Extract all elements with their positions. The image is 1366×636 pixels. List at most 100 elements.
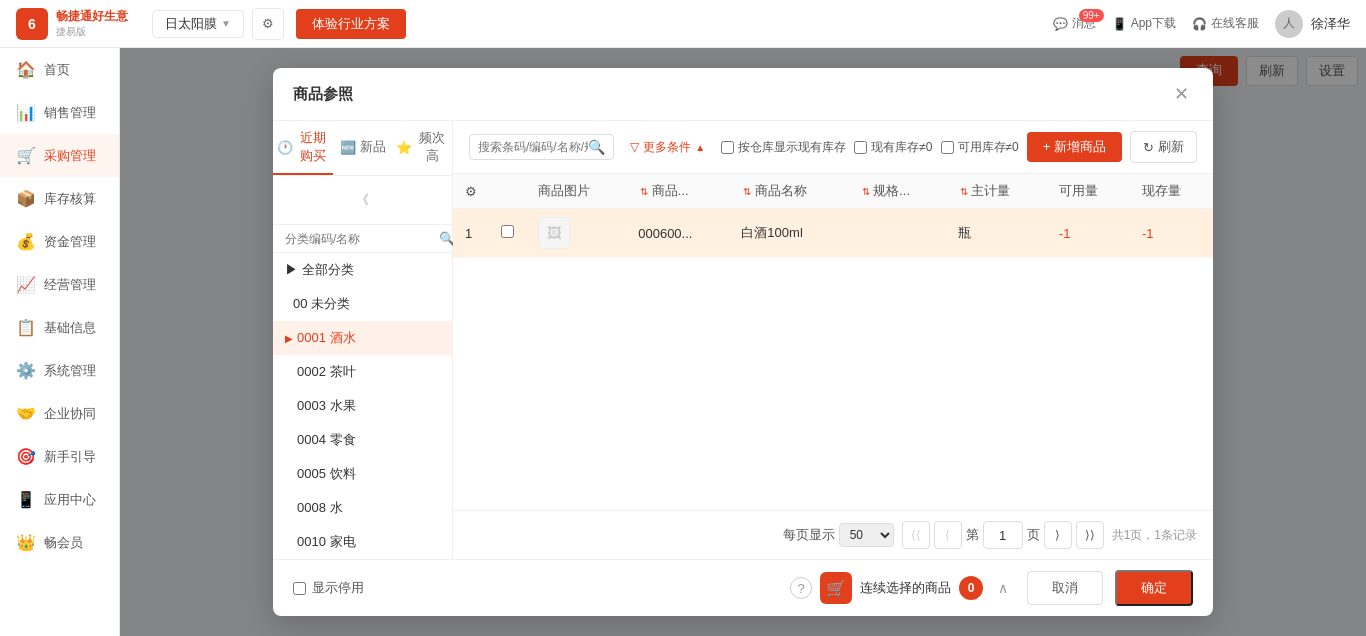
row-unit: 瓶 — [946, 209, 1047, 258]
modal-overlay: 商品参照 ✕ 🕐 近期购买 🆕 — [120, 48, 1366, 636]
table-row[interactable]: 1 🖼 — [453, 209, 1213, 258]
usable-stock-checkbox-label[interactable]: 可用库存≠0 — [941, 139, 1019, 156]
table-header-stock: 现存量 — [1130, 174, 1213, 209]
topbar-right: 💬 消息 99+ 📱 App下载 🎧 在线客服 人 徐泽华 — [1053, 10, 1350, 38]
sort-icon: ⇅ — [960, 186, 968, 197]
sidebar: 🏠 首页 📊 销售管理 🛒 采购管理 📦 库存核算 💰 资金管理 📈 经营管理 … — [0, 48, 120, 636]
available-stock-checkbox-label[interactable]: 现有库存≠0 — [854, 139, 932, 156]
logo-text: 畅捷通好生意 捷易版 — [56, 8, 128, 39]
product-table: ⚙ 商品图片 ⇅ 商品... — [453, 174, 1213, 510]
row-checkbox[interactable] — [501, 225, 514, 238]
sidebar-item-home[interactable]: 🏠 首页 — [0, 48, 119, 91]
sidebar-item-purchase[interactable]: 🛒 采购管理 — [0, 134, 119, 177]
operations-icon: 📈 — [16, 275, 36, 294]
tab-frequent[interactable]: ⭐ 频次高 — [392, 121, 452, 175]
sidebar-item-enterprise[interactable]: 🤝 企业协同 — [0, 392, 119, 435]
app-download-item[interactable]: 📱 App下载 — [1112, 15, 1176, 32]
finance-icon: 💰 — [16, 232, 36, 251]
help-icon[interactable]: ? — [790, 577, 812, 599]
dialog-body: 🕐 近期购买 🆕 新品 ⭐ 频次高 — [273, 121, 1213, 559]
filter-button[interactable]: ▽ 更多条件 ▲ — [622, 135, 713, 160]
category-item-0008[interactable]: 0008 水 — [273, 491, 452, 525]
right-panel: 🔍 ▽ 更多条件 ▲ 按仓库显示现有库存 — [453, 121, 1213, 559]
category-item-all[interactable]: ▶ 全部分类 — [273, 253, 452, 287]
online-service-item[interactable]: 🎧 在线客服 — [1192, 15, 1259, 32]
add-product-button[interactable]: + 新增商品 — [1027, 132, 1122, 162]
row-code: 000600... — [626, 209, 729, 258]
table-header-settings[interactable]: ⚙ — [453, 174, 489, 209]
row-spec — [848, 209, 946, 258]
category-item-0005[interactable]: 0005 饮料 — [273, 457, 452, 491]
product-image: 🖼 — [538, 217, 570, 249]
purchase-icon: 🛒 — [16, 146, 36, 165]
table-header-name[interactable]: ⇅ 商品名称 — [729, 174, 847, 209]
sidebar-item-system[interactable]: ⚙️ 系统管理 — [0, 349, 119, 392]
search-icon: 🔍 — [588, 139, 605, 155]
sidebar-item-finance[interactable]: 💰 资金管理 — [0, 220, 119, 263]
cancel-button[interactable]: 取消 — [1027, 571, 1103, 605]
collapse-panel-button[interactable]: 《 — [351, 188, 375, 212]
available-stock-checkbox[interactable] — [854, 141, 867, 154]
show-disabled-checkbox[interactable] — [293, 582, 306, 595]
page-prev-button[interactable]: ⟨ — [934, 521, 962, 549]
category-item-00[interactable]: 00 未分类 — [273, 287, 452, 321]
system-icon: ⚙️ — [16, 361, 36, 380]
enterprise-icon: 🤝 — [16, 404, 36, 423]
category-item-0001[interactable]: ▶ 0001 酒水 — [273, 321, 452, 355]
confirm-button[interactable]: 确定 — [1115, 570, 1193, 606]
category-tabs: 🕐 近期购买 🆕 新品 ⭐ 频次高 — [273, 121, 452, 176]
topbar: 6 畅捷通好生意 捷易版 日太阳膜 ▼ ⚙ 体验行业方案 💬 消息 99+ 📱 … — [0, 0, 1366, 48]
warehouse-checkbox-label[interactable]: 按仓库显示现有库存 — [721, 139, 846, 156]
settings-icon[interactable]: ⚙ — [252, 8, 284, 40]
sidebar-item-operations[interactable]: 📈 经营管理 — [0, 263, 119, 306]
refresh-table-button[interactable]: ↻ 刷新 — [1130, 131, 1197, 163]
sidebar-item-guide[interactable]: 🎯 新手引导 — [0, 435, 119, 478]
sidebar-item-apps[interactable]: 📱 应用中心 — [0, 478, 119, 521]
avatar: 人 — [1275, 10, 1303, 38]
row-stock: -1 — [1130, 209, 1213, 258]
category-item-0004[interactable]: 0004 零食 — [273, 423, 452, 457]
user-avatar-item[interactable]: 人 徐泽华 — [1275, 10, 1350, 38]
logo-icon: 6 — [16, 8, 48, 40]
table-header-code[interactable]: ⇅ 商品... — [626, 174, 729, 209]
sidebar-item-member[interactable]: 👑 畅会员 — [0, 521, 119, 564]
dialog-close-button[interactable]: ✕ — [1169, 82, 1193, 106]
row-checkbox-cell[interactable] — [489, 209, 526, 258]
sidebar-item-inventory[interactable]: 📦 库存核算 — [0, 177, 119, 220]
page-last-button[interactable]: ⟩⟩ — [1076, 521, 1104, 549]
dialog-title: 商品参照 — [293, 85, 353, 104]
category-item-0002[interactable]: 0002 茶叶 — [273, 355, 452, 389]
nav-selector[interactable]: 日太阳膜 ▼ — [152, 10, 244, 38]
member-icon: 👑 — [16, 533, 36, 552]
collapse-cart-button[interactable]: ∧ — [991, 576, 1015, 600]
usable-stock-checkbox[interactable] — [941, 141, 954, 154]
table-header-unit[interactable]: ⇅ 主计量 — [946, 174, 1047, 209]
show-disabled-label[interactable]: 显示停用 — [293, 579, 364, 597]
warehouse-checkbox[interactable] — [721, 141, 734, 154]
dialog-footer: 显示停用 ? 🛒 连续选择的商品 0 ∧ 取消 确定 — [273, 559, 1213, 616]
sidebar-item-sales[interactable]: 📊 销售管理 — [0, 91, 119, 134]
filter-icon: ▽ — [630, 140, 639, 154]
tab-recent[interactable]: 🕐 近期购买 — [273, 121, 333, 175]
table-header-spec[interactable]: ⇅ 规格... — [848, 174, 946, 209]
messages-item[interactable]: 💬 消息 99+ — [1053, 15, 1096, 32]
page-size-select[interactable]: 50 20 100 — [839, 523, 894, 547]
category-search: 🔍 — [273, 225, 452, 253]
category-item-0003[interactable]: 0003 水果 — [273, 389, 452, 423]
cart-icon[interactable]: 🛒 — [820, 572, 852, 604]
category-search-input[interactable] — [285, 232, 435, 246]
experience-button[interactable]: 体验行业方案 — [296, 9, 406, 39]
page-first-button[interactable]: ⟨⟨ — [902, 521, 930, 549]
new-icon: 🆕 — [340, 140, 356, 155]
category-item-0010[interactable]: 0010 家电 — [273, 525, 452, 559]
sidebar-item-basic[interactable]: 📋 基础信息 — [0, 306, 119, 349]
category-panel: 🕐 近期购买 🆕 新品 ⭐ 频次高 — [273, 121, 453, 559]
cart-area: ? 🛒 连续选择的商品 0 ∧ — [790, 572, 1015, 604]
table-header-row: ⚙ 商品图片 ⇅ 商品... — [453, 174, 1213, 209]
search-input[interactable] — [478, 140, 588, 154]
table-header-img: 商品图片 — [526, 174, 626, 209]
page-input[interactable] — [983, 521, 1023, 549]
tab-new[interactable]: 🆕 新品 — [333, 121, 393, 175]
apps-icon: 📱 — [16, 490, 36, 509]
page-next-button[interactable]: ⟩ — [1044, 521, 1072, 549]
